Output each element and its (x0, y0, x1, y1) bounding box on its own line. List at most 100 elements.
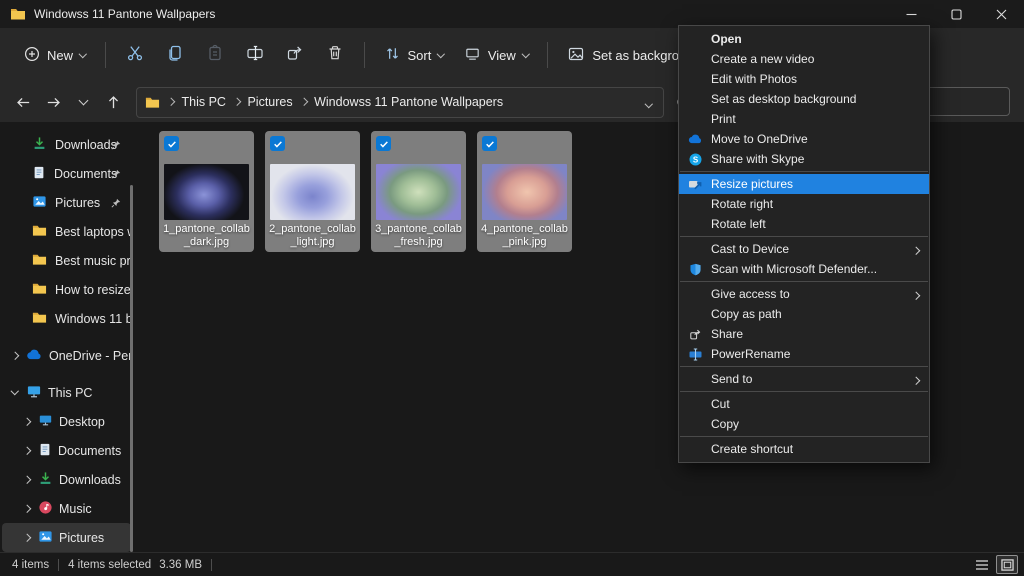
menu-item-resize-pictures[interactable]: Resize pictures (679, 174, 929, 194)
menu-item-give-access-to[interactable]: Give access to (679, 284, 929, 304)
chevron-right-icon (22, 535, 32, 541)
sidebar-item-music[interactable]: Music (2, 494, 131, 523)
breadcrumb-this-pc[interactable]: This PC (176, 92, 232, 112)
menu-item-create-shortcut[interactable]: Create shortcut (679, 439, 929, 459)
file-tile-pink[interactable]: 4_pantone_collab_pink.jpg (477, 131, 572, 252)
menu-item-powerrename[interactable]: PowerRename (679, 344, 929, 364)
chevron-down-icon (522, 50, 530, 58)
scissors-icon (126, 44, 144, 67)
back-button[interactable] (8, 87, 38, 117)
paste-button[interactable] (195, 38, 235, 72)
image-thumbnail (164, 164, 249, 220)
menu-divider (680, 236, 928, 237)
chevron-down-icon (437, 50, 445, 58)
sidebar-item-windows-11[interactable]: Windows 11 bu (2, 304, 131, 333)
sidebar-item-documents[interactable]: Documents (2, 436, 131, 465)
selected-checkbox[interactable] (376, 136, 391, 151)
file-name: 3_pantone_collab_fresh.jpg (371, 223, 466, 249)
file-tile-fresh[interactable]: 3_pantone_collab_fresh.jpg (371, 131, 466, 252)
status-bar: 4 items 4 items selected 3.36 MB (0, 552, 1024, 576)
sidebar-item-this-pc[interactable]: This PC (2, 378, 131, 407)
menu-item-send-to[interactable]: Send to (679, 369, 929, 389)
delete-button[interactable] (315, 38, 355, 72)
sort-arrows-icon (384, 45, 401, 65)
minimize-button[interactable] (889, 0, 934, 28)
menu-item-create-new-video[interactable]: Create a new video (679, 49, 929, 69)
sidebar-item-desktop[interactable]: Desktop (2, 407, 131, 436)
sidebar-item-best-laptops[interactable]: Best laptops wi (2, 217, 131, 246)
pin-icon (111, 139, 121, 153)
toolbar-divider (547, 42, 548, 68)
sidebar-item-onedrive[interactable]: OneDrive - Perso (2, 341, 131, 370)
sidebar-item-label: Downloads (59, 473, 121, 487)
selected-checkbox[interactable] (270, 136, 285, 151)
submenu-chevron-icon (913, 372, 919, 386)
selected-checkbox[interactable] (164, 136, 179, 151)
menu-item-edit-with-photos[interactable]: Edit with Photos (679, 69, 929, 89)
sidebar-item-documents-pinned[interactable]: Documents (2, 159, 131, 188)
menu-item-print[interactable]: Print (679, 109, 929, 129)
menu-item-share-with-skype[interactable]: S Share with Skype (679, 149, 929, 169)
monitor-icon (26, 384, 42, 402)
sidebar-item-pictures[interactable]: Pictures (2, 523, 131, 552)
navigation-pane: Downloads Documents Pictures Best laptop… (0, 122, 133, 552)
view-button[interactable]: View (454, 38, 538, 72)
sidebar-item-label: Best music pro (55, 254, 131, 268)
sidebar-scrollbar[interactable] (130, 185, 133, 552)
details-view-toggle[interactable] (971, 555, 993, 574)
new-button[interactable]: New (14, 38, 96, 72)
chevron-right-icon (22, 419, 32, 425)
window-title: Windowss 11 Pantone Wallpapers (34, 7, 215, 21)
sidebar-item-label: Documents (54, 167, 117, 181)
address-dropdown-chevron[interactable] (646, 93, 652, 111)
maximize-button[interactable] (934, 0, 979, 28)
sidebar-item-label: OneDrive - Perso (49, 349, 131, 363)
submenu-chevron-icon (913, 242, 919, 256)
menu-item-rotate-left[interactable]: Rotate left (679, 214, 929, 234)
sidebar-item-downloads[interactable]: Downloads (2, 465, 131, 494)
copy-button[interactable] (155, 38, 195, 72)
new-button-label: New (47, 48, 73, 63)
address-bar[interactable]: This PC Pictures Windowss 11 Pantone Wal… (136, 87, 664, 118)
file-tile-dark[interactable]: 1_pantone_collab_dark.jpg (159, 131, 254, 252)
image-thumbnail (482, 164, 567, 220)
menu-item-open[interactable]: Open (679, 29, 929, 49)
thumbnail-view-toggle[interactable] (996, 555, 1018, 574)
menu-item-scan-with-defender[interactable]: Scan with Microsoft Defender... (679, 259, 929, 279)
cut-button[interactable] (115, 38, 155, 72)
share-button[interactable] (275, 38, 315, 72)
status-divider (58, 559, 59, 571)
sort-button[interactable]: Sort (374, 38, 454, 72)
menu-item-cut[interactable]: Cut (679, 394, 929, 414)
close-button[interactable] (979, 0, 1024, 28)
breadcrumb-pictures[interactable]: Pictures (241, 92, 298, 112)
onedrive-cloud-icon (679, 134, 711, 144)
rename-button[interactable] (235, 38, 275, 72)
menu-item-copy[interactable]: Copy (679, 414, 929, 434)
sidebar-item-label: Downloads (55, 138, 117, 152)
breadcrumb-current-folder[interactable]: Windowss 11 Pantone Wallpapers (308, 92, 509, 112)
menu-item-move-to-onedrive[interactable]: Move to OneDrive (679, 129, 929, 149)
sidebar-item-best-music[interactable]: Best music pro (2, 246, 131, 275)
selected-checkbox[interactable] (482, 136, 497, 151)
pictures-icon (38, 529, 53, 547)
up-button[interactable] (98, 87, 128, 117)
menu-divider (680, 391, 928, 392)
copy-icon (166, 44, 184, 67)
file-tile-light[interactable]: 2_pantone_collab_light.jpg (265, 131, 360, 252)
sidebar-item-pictures-pinned[interactable]: Pictures (2, 188, 131, 217)
breadcrumb-chevron-icon (234, 99, 240, 105)
sidebar-item-how-to-resize[interactable]: How to resize e (2, 275, 131, 304)
selection-size: 3.36 MB (159, 559, 202, 571)
menu-item-rotate-right[interactable]: Rotate right (679, 194, 929, 214)
menu-item-copy-as-path[interactable]: Copy as path (679, 304, 929, 324)
folder-icon (32, 252, 47, 270)
forward-button[interactable] (38, 87, 68, 117)
sidebar-item-label: Pictures (59, 531, 104, 545)
sidebar-item-downloads-pinned[interactable]: Downloads (2, 130, 131, 159)
menu-item-set-as-desktop-background[interactable]: Set as desktop background (679, 89, 929, 109)
menu-item-share[interactable]: Share (679, 324, 929, 344)
recent-locations-button[interactable] (68, 87, 98, 117)
window-folder-icon (10, 6, 26, 22)
menu-item-cast-to-device[interactable]: Cast to Device (679, 239, 929, 259)
